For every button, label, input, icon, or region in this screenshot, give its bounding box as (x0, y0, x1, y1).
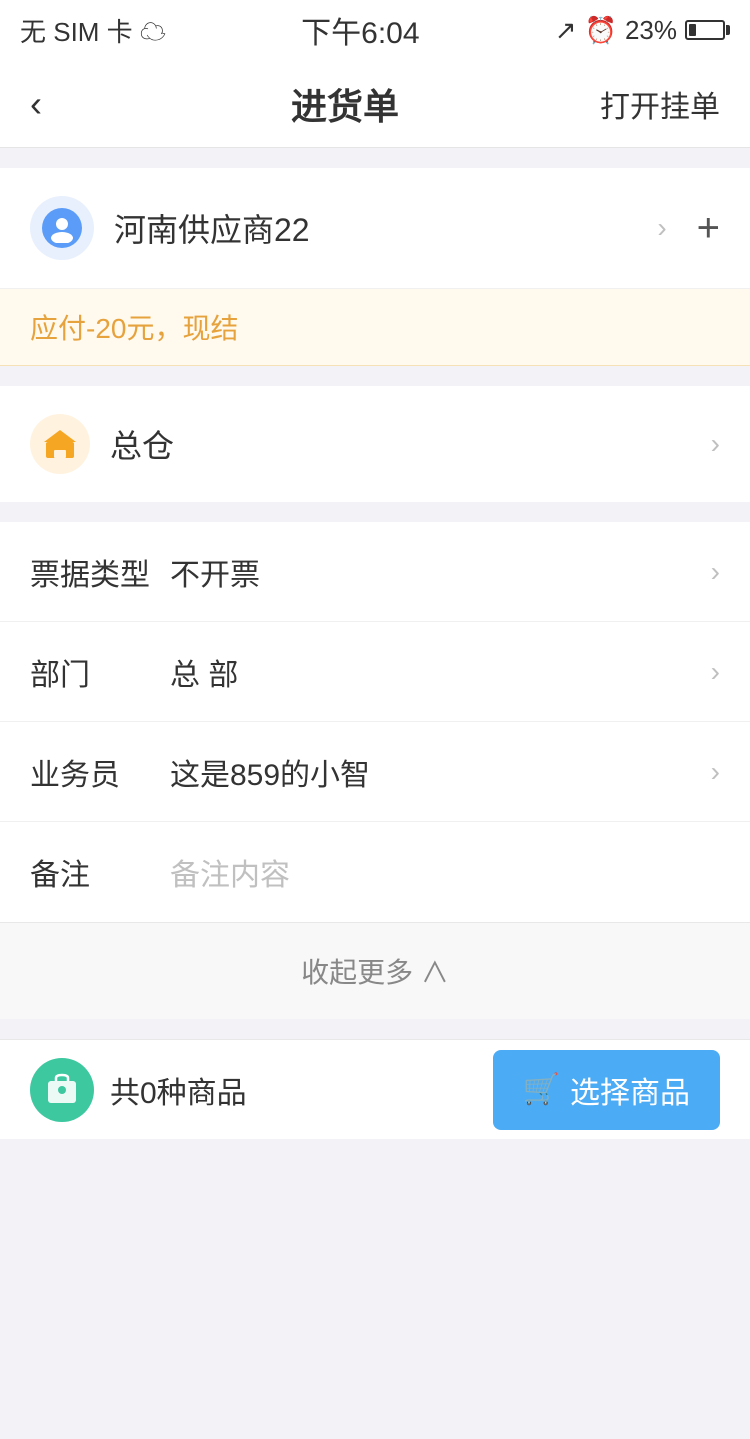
warehouse-label: 总仓 (110, 421, 711, 467)
select-product-button[interactable]: 🛒 选择商品 (493, 1050, 720, 1130)
alarm-icon: ⏰ (585, 15, 617, 46)
nav-bar: ‹ 进货单 打开挂单 (0, 60, 750, 148)
supplier-chevron-icon: › (657, 212, 666, 244)
status-left: 无 SIM 卡 ☁ (20, 12, 166, 49)
section-gap-1 (0, 148, 750, 168)
notice-banner: 应付-20元，现结 (0, 289, 750, 366)
avatar (30, 196, 94, 260)
warehouse-icon-wrap (30, 414, 90, 474)
invoice-type-label: 票据类型 (30, 550, 160, 594)
remark-row[interactable]: 备注 备注内容 (0, 822, 750, 922)
select-product-icon: 🛒 (523, 1072, 560, 1107)
salesperson-chevron-icon: › (711, 756, 720, 788)
bottom-bar: 共0种商品 🛒 选择商品 (0, 1039, 750, 1139)
salesperson-label: 业务员 (30, 750, 160, 794)
supplier-card: 河南供应商22 › + 应付-20元，现结 (0, 168, 750, 366)
collapse-button[interactable]: 收起更多 ∧ (0, 922, 750, 1019)
supplier-name: 河南供应商22 (114, 205, 657, 251)
sim-label: 无 SIM 卡 ☁ (20, 12, 166, 49)
department-chevron-icon: › (711, 656, 720, 688)
department-label: 部门 (30, 650, 160, 694)
remark-label: 备注 (30, 850, 160, 894)
avatar-icon (42, 208, 82, 248)
section-gap-4 (0, 1019, 750, 1039)
department-row[interactable]: 部门 总 部 › (0, 622, 750, 722)
section-gap-2 (0, 366, 750, 386)
page-background (0, 1139, 750, 1439)
status-right: ↗ ⏰ 23% (555, 15, 730, 46)
product-count: 共0种商品 (110, 1068, 493, 1112)
product-icon-wrap (30, 1058, 94, 1122)
invoice-type-chevron-icon: › (711, 556, 720, 588)
location-icon: ↗ (555, 15, 577, 46)
open-pending-button[interactable]: 打开挂单 (600, 82, 720, 126)
status-bar: 无 SIM 卡 ☁ 下午6:04 ↗ ⏰ 23% (0, 0, 750, 60)
department-value: 总 部 (160, 650, 711, 694)
supplier-row[interactable]: 河南供应商22 › + (0, 168, 750, 289)
salesperson-row[interactable]: 业务员 这是859的小智 › (0, 722, 750, 822)
select-product-label: 选择商品 (570, 1068, 690, 1112)
invoice-type-row[interactable]: 票据类型 不开票 › (0, 522, 750, 622)
back-button[interactable]: ‹ (30, 83, 90, 125)
invoice-type-value: 不开票 (160, 550, 711, 594)
page-title: 进货单 (291, 78, 399, 130)
section-gap-3 (0, 502, 750, 522)
form-section: 票据类型 不开票 › 部门 总 部 › 业务员 这是859的小智 › 备注 备注… (0, 522, 750, 922)
warehouse-chevron-icon: › (711, 428, 720, 460)
battery-label: 23% (625, 15, 677, 46)
battery-icon (685, 20, 730, 40)
remark-value[interactable]: 备注内容 (160, 850, 720, 894)
warehouse-row[interactable]: 总仓 › (0, 386, 750, 502)
status-time: 下午6:04 (301, 8, 419, 52)
salesperson-value: 这是859的小智 (160, 750, 711, 794)
add-supplier-button[interactable]: + (697, 206, 720, 251)
